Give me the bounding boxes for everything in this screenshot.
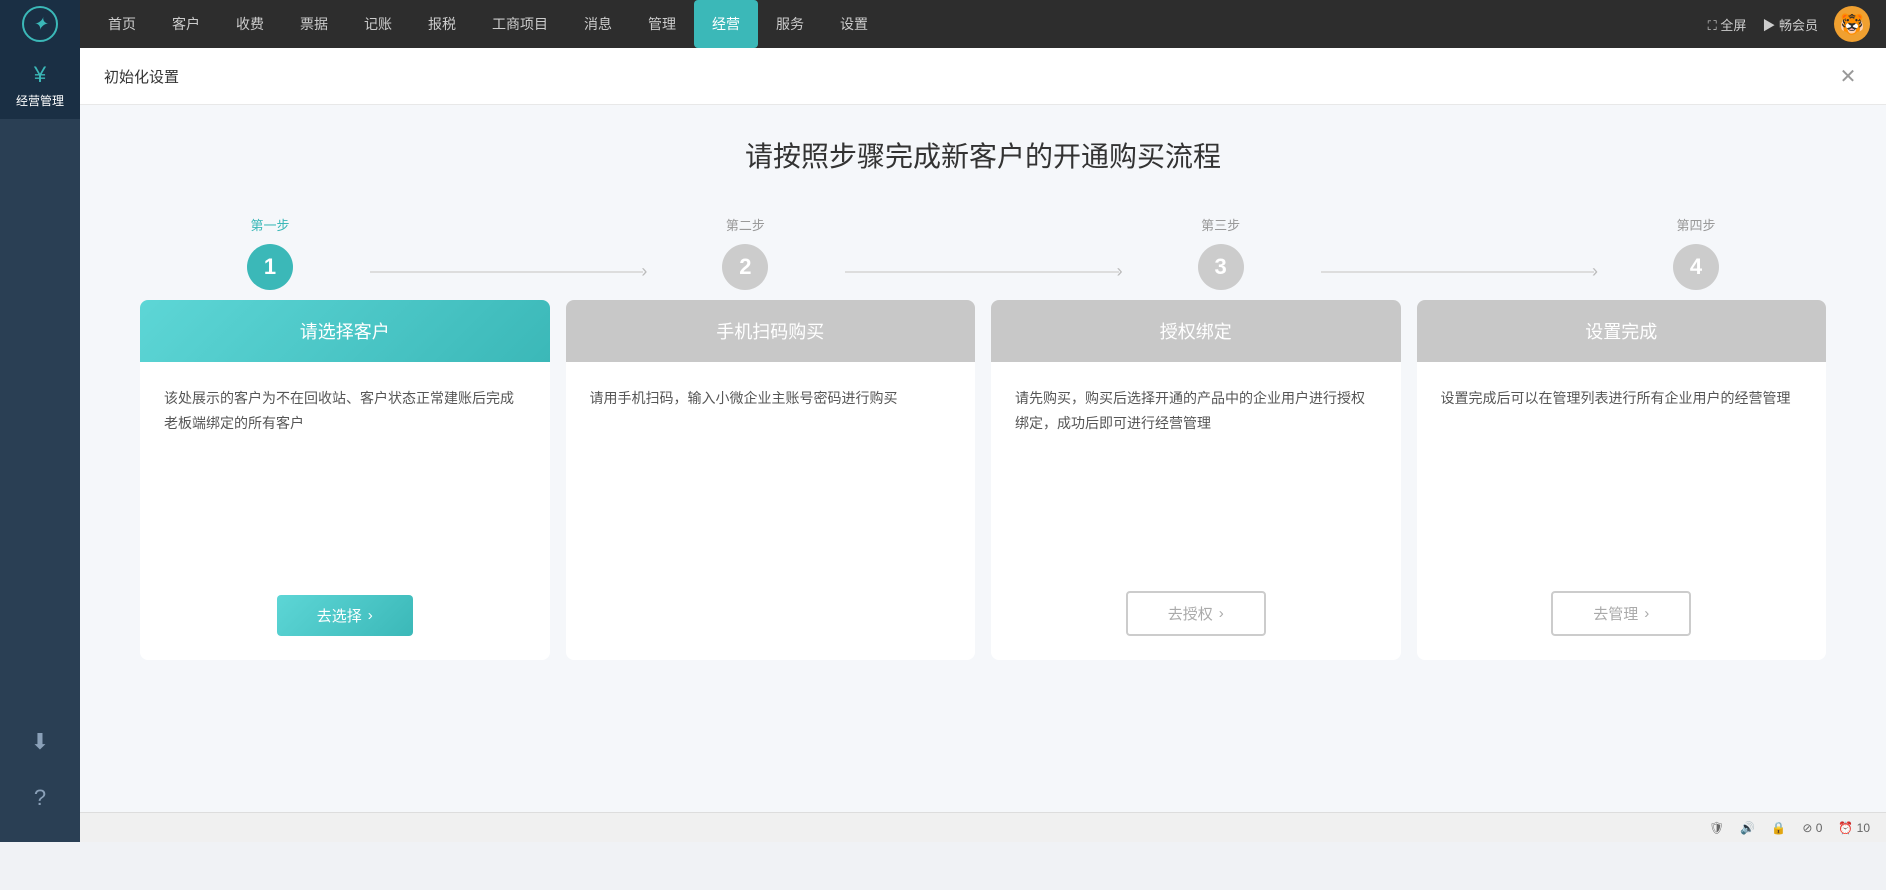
step-4-label: 第四步: [1676, 215, 1715, 234]
nav-bill[interactable]: 票据: [282, 0, 346, 48]
step-3-label: 第三步: [1201, 215, 1240, 234]
top-nav: 首页 客户 收费 票据 记账 报税 工商项目 消息 管理 经营 服务 设置 ⛶ …: [0, 0, 1886, 48]
card-1-footer: 去选择 ›: [140, 579, 550, 660]
step-4-header: 第四步 4: [1596, 215, 1796, 290]
avatar[interactable]: 🐯: [1834, 6, 1870, 42]
card-4-header: 设置完成: [1417, 300, 1827, 362]
connector-3-4: ›: [1321, 261, 1596, 282]
sidebar: ✦ ¥ 经营管理 ⬇ ?: [0, 0, 80, 842]
process-container: 请按照步骤完成新客户的开通购买流程 第一步 1 › 第二步 2: [80, 105, 1886, 700]
nav-home[interactable]: 首页: [90, 0, 154, 48]
nav-right: ⛶ 全屏 ▶ 畅会员 🐯: [1708, 6, 1886, 42]
card-2-header: 手机扫码购买: [566, 300, 976, 362]
main-content: 初始化设置 ✕ 请按照步骤完成新客户的开通购买流程 第一步 1 › 第二步: [80, 48, 1886, 812]
step-4-action-button[interactable]: 去管理 ›: [1551, 591, 1691, 636]
download-button[interactable]: ⬇: [16, 718, 64, 766]
nav-biz[interactable]: 工商项目: [474, 0, 566, 48]
card-3-header: 授权绑定: [991, 300, 1401, 362]
nav-message[interactable]: 消息: [566, 0, 630, 48]
card-1-body: 该处展示的客户为不在回收站、客户状态正常建账后完成老板端绑定的所有客户: [140, 362, 550, 579]
lock-icon: 🔒: [1771, 821, 1786, 835]
step-1-label: 第一步: [250, 215, 289, 234]
card-4-footer: 去管理 ›: [1417, 575, 1827, 660]
step-3-action-button[interactable]: 去授权 ›: [1126, 591, 1266, 636]
step-4-circle: 4: [1673, 244, 1719, 290]
step-card-1: 请选择客户 该处展示的客户为不在回收站、客户状态正常建账后完成老板端绑定的所有客…: [140, 300, 550, 660]
page-header: 初始化设置 ✕: [80, 48, 1886, 105]
step-3-header: 第三步 3: [1121, 215, 1321, 290]
close-button[interactable]: ✕: [1834, 62, 1862, 90]
step-3-circle: 3: [1198, 244, 1244, 290]
logo: ✦: [0, 0, 80, 48]
card-3-footer: 去授权 ›: [991, 575, 1401, 660]
step-2-label: 第二步: [726, 215, 765, 234]
finance-icon: ¥: [34, 62, 46, 88]
logo-icon: ✦: [22, 6, 58, 42]
nav-account[interactable]: 记账: [346, 0, 410, 48]
volume-icon: 🔊: [1740, 821, 1755, 835]
network-status: ⊘ 0: [1802, 821, 1822, 835]
connector-1-2: ›: [370, 261, 645, 282]
sidebar-item-finance[interactable]: ¥ 经营管理: [0, 48, 80, 119]
nav-operation[interactable]: 经营: [694, 0, 758, 48]
nav-fee[interactable]: 收费: [218, 0, 282, 48]
member-btn[interactable]: ▶ 畅会员: [1762, 15, 1818, 34]
sidebar-item-label: 经营管理: [16, 92, 64, 109]
card-3-body: 请先购买，购买后选择开通的产品中的企业用户进行授权绑定，成功后即可进行经营管理: [991, 362, 1401, 575]
step-card-3: 授权绑定 请先购买，购买后选择开通的产品中的企业用户进行授权绑定，成功后即可进行…: [991, 300, 1401, 660]
nav-manage[interactable]: 管理: [630, 0, 694, 48]
step-1-header: 第一步 1: [170, 215, 370, 290]
clock-status: ⏰ 10: [1838, 821, 1870, 835]
card-1-header: 请选择客户: [140, 300, 550, 362]
help-button[interactable]: ?: [16, 774, 64, 822]
step-1-action-button[interactable]: 去选择 ›: [277, 595, 413, 636]
nav-settings[interactable]: 设置: [822, 0, 886, 48]
page-title: 初始化设置: [104, 66, 179, 87]
shield-icon: 🛡: [1709, 821, 1724, 835]
connector-2-3: ›: [845, 261, 1120, 282]
nav-tax[interactable]: 报税: [410, 0, 474, 48]
nav-service[interactable]: 服务: [758, 0, 822, 48]
step-card-4: 设置完成 设置完成后可以在管理列表进行所有企业用户的经营管理 去管理 ›: [1417, 300, 1827, 660]
step-2-header: 第二步 2: [645, 215, 845, 290]
card-2-body: 请用手机扫码，输入小微企业主账号密码进行购买: [566, 362, 976, 620]
card-2-footer: [566, 620, 976, 660]
card-4-body: 设置完成后可以在管理列表进行所有企业用户的经营管理: [1417, 362, 1827, 575]
status-bar: ▶ 完成 🛡 🔊 🔒 ⊘ 0 ⏰ 10: [0, 812, 1886, 842]
cards-row: 请选择客户 该处展示的客户为不在回收站、客户状态正常建账后完成老板端绑定的所有客…: [140, 300, 1826, 660]
step-2-circle: 2: [722, 244, 768, 290]
step-card-2: 手机扫码购买 请用手机扫码，输入小微企业主账号密码进行购买: [566, 300, 976, 660]
nav-customer[interactable]: 客户: [154, 0, 218, 48]
sidebar-bottom: ⬇ ?: [0, 718, 80, 842]
fullscreen-btn[interactable]: ⛶ 全屏: [1708, 15, 1747, 34]
step-1-circle: 1: [247, 244, 293, 290]
status-right: 🛡 🔊 🔒 ⊘ 0 ⏰ 10: [1709, 821, 1870, 835]
process-title: 请按照步骤完成新客户的开通购买流程: [140, 135, 1826, 175]
